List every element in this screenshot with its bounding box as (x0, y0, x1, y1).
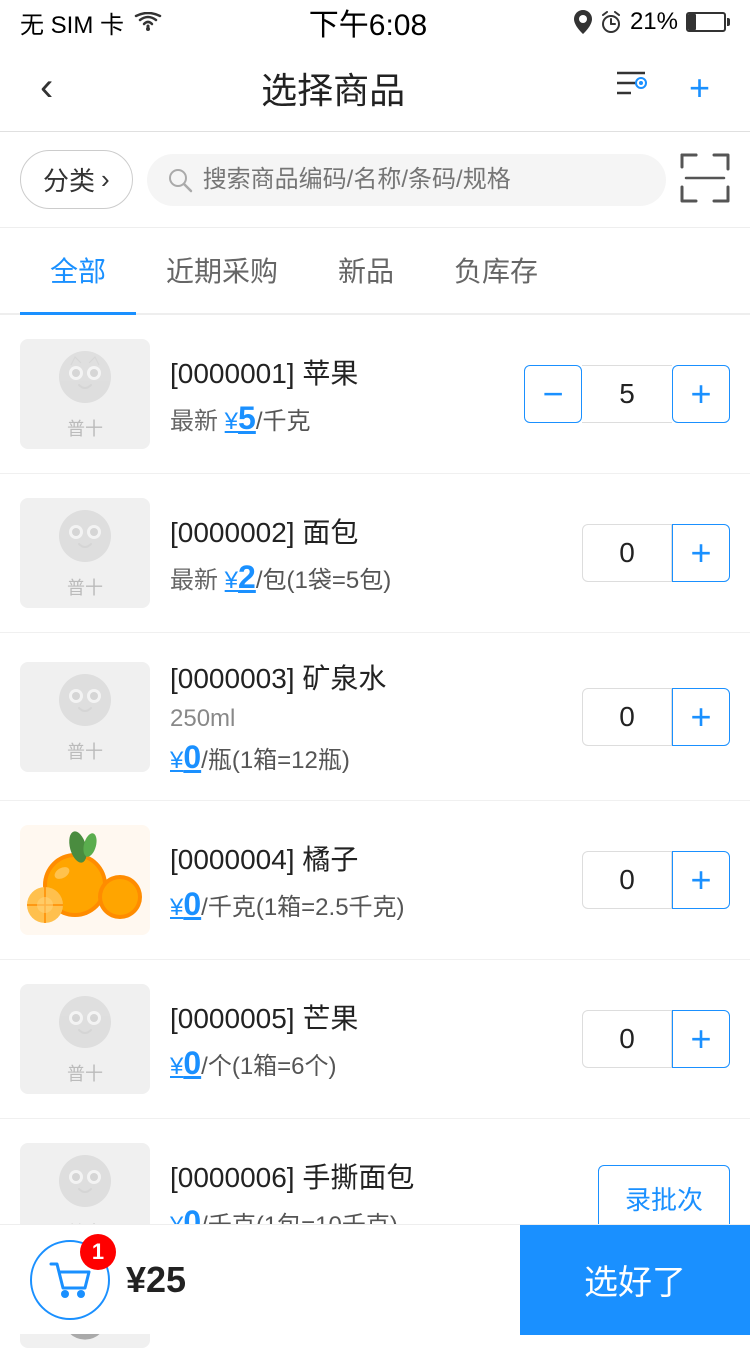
product-price: 最新 ¥5/千克 (170, 400, 504, 437)
tab-recent[interactable]: 近期采购 (136, 228, 308, 315)
filter-button[interactable] (603, 55, 659, 121)
filter-icon (613, 65, 649, 101)
product-info: [0000001] 苹果 最新 ¥5/千克 (170, 352, 504, 437)
nav-right: + (603, 55, 720, 121)
product-info: [0000004] 橘子 ¥0/千克(1箱=2.5千克) (170, 838, 562, 923)
page-title: 选择商品 (261, 62, 405, 114)
product-info: [0000003] 矿泉水 250ml ¥0/瓶(1箱=12瓶) (170, 657, 562, 776)
owl-icon (55, 992, 115, 1052)
owl-icon (55, 670, 115, 730)
quantity-input[interactable] (582, 524, 672, 582)
status-right: 21% (574, 8, 730, 36)
status-left: 无 SIM 卡 (20, 5, 162, 40)
status-time: 下午6:08 (309, 0, 427, 44)
product-info: [0000005] 芒果 ¥0/个(1箱=6个) (170, 997, 562, 1082)
product-image: 普十 (20, 662, 150, 772)
location-icon (574, 10, 592, 34)
search-icon (167, 167, 193, 193)
increase-button[interactable]: + (672, 851, 730, 909)
brand-label: 普十 (67, 738, 103, 764)
battery-icon (686, 12, 730, 32)
cart-icon-wrap[interactable]: 1 (30, 1240, 110, 1320)
increase-button[interactable]: + (672, 365, 730, 423)
search-input[interactable] (203, 166, 646, 194)
product-list: 普十 [0000001] 苹果 最新 ¥5/千克 − + (0, 315, 750, 1358)
increase-button[interactable]: + (672, 1010, 730, 1068)
carrier-text: 无 SIM 卡 (20, 5, 124, 40)
product-name: [0000004] 橘子 (170, 838, 562, 878)
alarm-icon (600, 11, 622, 33)
wifi-icon (134, 12, 162, 32)
decrease-button[interactable]: − (524, 365, 582, 423)
brand-label: 普十 (67, 415, 103, 441)
quantity-input[interactable] (582, 688, 672, 746)
tab-new[interactable]: 新品 (308, 228, 424, 315)
product-name: [0000006] 手撕面包 (170, 1156, 578, 1196)
qty-control: + (582, 1010, 730, 1068)
brand-label: 普十 (67, 574, 103, 600)
tab-negative[interactable]: 负库存 (424, 228, 568, 315)
back-button[interactable]: ‹ (30, 55, 63, 120)
increase-button[interactable]: + (672, 688, 730, 746)
list-item: 普十 [0000002] 面包 最新 ¥2/包(1袋=5包) + (0, 474, 750, 633)
category-button[interactable]: 分类 › (20, 150, 133, 209)
product-price: ¥0/瓶(1箱=12瓶) (170, 739, 562, 776)
product-image: 普十 (20, 498, 150, 608)
battery-text: 21% (630, 8, 678, 36)
list-item: [0000004] 橘子 ¥0/千克(1箱=2.5千克) + (0, 801, 750, 960)
product-image (20, 825, 150, 935)
tab-bar: 全部 近期采购 新品 负库存 (0, 228, 750, 315)
qty-control: + (582, 688, 730, 746)
filter-bar: 分类 › (0, 132, 750, 228)
bottom-bar: 1 ¥25 选好了 (0, 1224, 750, 1334)
qty-control: + (582, 524, 730, 582)
owl-placeholder: 普十 (55, 506, 115, 600)
quantity-input[interactable] (582, 1010, 672, 1068)
nav-left: ‹ (30, 55, 63, 120)
product-name: [0000002] 面包 (170, 511, 562, 551)
scan-button[interactable] (680, 153, 730, 206)
owl-icon (55, 506, 115, 566)
orange-illustration (20, 825, 150, 935)
product-name: [0000001] 苹果 (170, 352, 504, 392)
list-item: 普十 [0000001] 苹果 最新 ¥5/千克 − + (0, 315, 750, 474)
list-item: 普十 [0000003] 矿泉水 250ml ¥0/瓶(1箱=12瓶) + (0, 633, 750, 801)
qty-control: − + (524, 365, 730, 423)
owl-icon (55, 347, 115, 407)
cart-area: 1 ¥25 (0, 1240, 216, 1320)
owl-placeholder: 普十 (55, 347, 115, 441)
product-name: [0000003] 矿泉水 (170, 657, 562, 697)
cart-badge: 1 (80, 1234, 116, 1270)
product-price: ¥0/千克(1箱=2.5千克) (170, 886, 562, 923)
product-name: [0000005] 芒果 (170, 997, 562, 1037)
brand-label: 普十 (67, 1060, 103, 1086)
status-bar: 无 SIM 卡 下午6:08 21% (0, 0, 750, 44)
nav-bar: ‹ 选择商品 + (0, 44, 750, 132)
quantity-input[interactable] (582, 851, 672, 909)
increase-button[interactable]: + (672, 524, 730, 582)
quantity-input[interactable] (582, 365, 672, 423)
search-box (147, 154, 666, 206)
owl-placeholder: 普十 (55, 992, 115, 1086)
confirm-button[interactable]: 选好了 (520, 1225, 750, 1335)
add-button[interactable]: + (679, 57, 720, 119)
qty-control: + (582, 851, 730, 909)
product-price: 最新 ¥2/包(1袋=5包) (170, 559, 562, 596)
owl-placeholder: 普十 (55, 670, 115, 764)
category-label: 分类 (43, 161, 95, 198)
product-spec: 250ml (170, 705, 562, 733)
scan-icon (680, 153, 730, 203)
tab-all[interactable]: 全部 (20, 228, 136, 315)
category-arrow: › (101, 164, 110, 195)
batch-button[interactable]: 录批次 (598, 1165, 730, 1232)
product-image: 普十 (20, 984, 150, 1094)
product-image: 普十 (20, 339, 150, 449)
product-price: ¥0/个(1箱=6个) (170, 1045, 562, 1082)
product-info: [0000002] 面包 最新 ¥2/包(1袋=5包) (170, 511, 562, 596)
list-item: 普十 [0000005] 芒果 ¥0/个(1箱=6个) + (0, 960, 750, 1119)
owl-icon (55, 1151, 115, 1211)
cart-total: ¥25 (126, 1259, 186, 1301)
